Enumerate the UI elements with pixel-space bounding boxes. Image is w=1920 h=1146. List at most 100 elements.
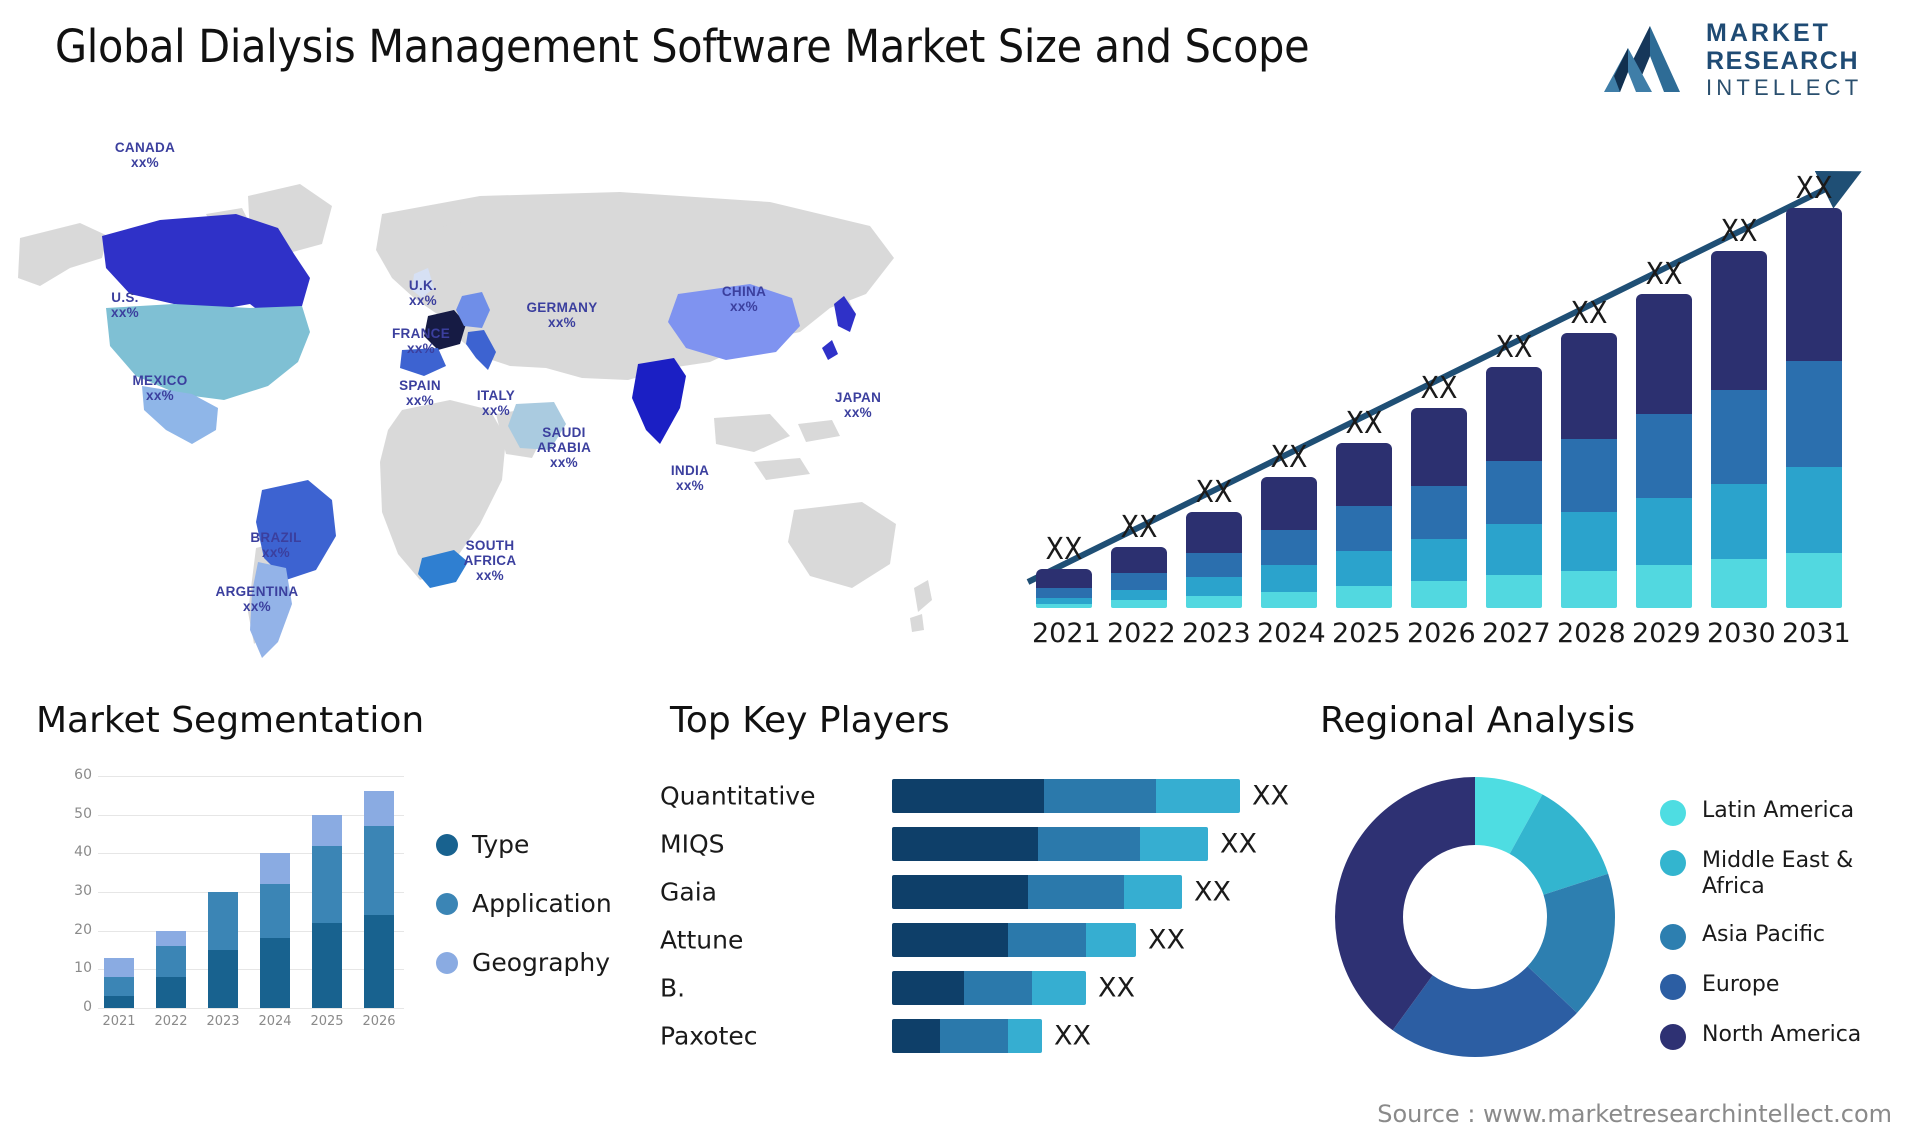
forecast-year-label: 2025 (1332, 618, 1401, 649)
player-name: B. (660, 973, 686, 1003)
player-name: Attune (660, 925, 744, 955)
seg-gridline (98, 853, 404, 855)
map-label-u-k: U.K. xx% (408, 278, 438, 308)
forecast-bar-segment (1486, 575, 1542, 608)
forecast-bar-segment (1186, 595, 1242, 608)
forecast-bar-value: XX (1270, 440, 1308, 476)
mountain-logo-icon (1604, 26, 1680, 92)
seg-bar-column: 2022 (154, 930, 188, 1029)
seg-bar-segment (260, 884, 290, 939)
forecast-bar-segment (1036, 603, 1092, 608)
forecast-bar-segment (1036, 569, 1092, 588)
forecast-bar-segment (1711, 559, 1767, 608)
forecast-bar-value: XX (1045, 532, 1083, 568)
forecast-bar-value: XX (1570, 295, 1608, 331)
seg-bar-column: 2026 (362, 791, 396, 1029)
player-bar-segment (892, 971, 964, 1005)
brand-logo: MARKET RESEARCH INTELLECT (1602, 14, 1892, 106)
seg-legend-label: Geography (472, 948, 611, 977)
forecast-bar-segment (1336, 442, 1392, 506)
forecast-year-label: 2024 (1257, 618, 1326, 649)
forecast-bar-segment (1111, 573, 1167, 590)
seg-bar-segment (156, 977, 186, 1008)
forecast-bar-segment (1411, 485, 1467, 539)
player-bar-segment (1038, 827, 1140, 861)
seg-x-label: 2024 (258, 1014, 292, 1029)
forecast-bar-column: XX 2028 (1557, 296, 1626, 650)
forecast-year-label: 2023 (1182, 618, 1251, 649)
forecast-bar-segment (1111, 599, 1167, 608)
forecast-bar-column: XX 2026 (1407, 371, 1476, 649)
seg-legend-label: Type (472, 830, 530, 859)
forecast-bar-segment (1186, 512, 1242, 553)
forecast-bar-segment (1711, 389, 1767, 484)
player-bar-segment (1156, 779, 1240, 813)
forecast-bar-column: XX 2027 (1482, 330, 1551, 649)
forecast-bar-segment (1711, 250, 1767, 390)
forecast-bar-stack (1111, 546, 1167, 608)
seg-bar-segment (364, 915, 394, 1008)
map-label-japan: JAPAN xx% (834, 390, 882, 420)
map-label-u-s: U.S. xx% (111, 290, 139, 320)
seg-bar-segment (312, 922, 342, 1008)
regional-legend-dot-icon (1660, 974, 1686, 1000)
forecast-bar-segment (1786, 467, 1842, 553)
regional-legend-item: Asia Pacific (1660, 922, 1892, 950)
player-bar (892, 1019, 1042, 1053)
player-bar-segment (1032, 971, 1086, 1005)
logo-line-intellect: INTELLECT (1706, 75, 1863, 100)
forecast-bar-segment (1486, 461, 1542, 525)
regional-donut-chart (1335, 777, 1615, 1057)
player-value: XX (1148, 924, 1185, 956)
forecast-bar-segment (1336, 550, 1392, 586)
forecast-bar-segment (1561, 571, 1617, 608)
seg-bar-column: 2023 (206, 892, 240, 1029)
player-row: Paxotec XX (660, 1012, 1300, 1060)
forecast-bar-segment (1636, 293, 1692, 415)
forecast-bar-segment (1411, 408, 1467, 486)
player-bar-segment (892, 875, 1028, 909)
seg-y-tick-label: 20 (74, 921, 92, 938)
forecast-year-label: 2028 (1557, 618, 1626, 649)
player-bar-segment (892, 1019, 940, 1053)
regional-legend-label: Asia Pacific (1702, 922, 1826, 947)
forecast-bar-segment (1636, 565, 1692, 608)
seg-legend-dot-icon (436, 892, 458, 915)
player-bar (892, 827, 1208, 861)
seg-legend-item: Type (436, 830, 612, 859)
player-bar-segment (892, 779, 1044, 813)
regional-legend-dot-icon (1660, 924, 1686, 950)
forecast-bar-column: XX 2030 (1707, 214, 1776, 649)
regional-legend-label: Europe (1702, 972, 1780, 997)
forecast-bar-value: XX (1720, 213, 1758, 249)
world-map-panel: CANADA xx% U.S. xx% MEXICO xx% BRAZIL xx% AR… (10, 118, 1030, 678)
infographic-root: Global Dialysis Management Software Mark… (0, 0, 1920, 1146)
forecast-bar-stack (1786, 208, 1842, 608)
seg-legend-dot-icon (436, 951, 458, 974)
player-bar-segment (1124, 875, 1182, 909)
player-row: Quantitative XX (660, 772, 1300, 820)
player-bar-segment (1028, 875, 1124, 909)
forecast-bar-value: XX (1795, 171, 1833, 206)
forecast-bar-column: XX 2031 (1782, 171, 1851, 649)
seg-legend-dot-icon (436, 833, 458, 856)
player-bar-segment (1086, 923, 1136, 957)
map-label-south-africa: SOUTH AFRICA xx% (463, 538, 517, 583)
map-label-germany: GERMANY xx% (526, 300, 598, 330)
market-segmentation-title: Market Segmentation (36, 700, 425, 741)
seg-bar-segment (260, 853, 290, 885)
page-title: Global Dialysis Management Software Mark… (55, 20, 1310, 73)
forecast-bar-stack (1636, 293, 1692, 608)
forecast-bar-stack (1186, 512, 1242, 608)
forecast-bar-segment (1561, 512, 1617, 572)
logo-wordmark: MARKET RESEARCH INTELLECT (1706, 19, 1896, 101)
country-japan (834, 296, 856, 332)
player-bar-segment (940, 1019, 1008, 1053)
map-label-brazil: BRAZIL xx% (250, 530, 302, 560)
top-key-players-panel: Top Key Players Quantitative XX MIQS XX Gaia… (660, 700, 1300, 1120)
seg-y-tick-label: 50 (74, 805, 92, 822)
map-label-china: CHINA xx% (721, 284, 767, 314)
seg-bar-column: 2021 (102, 957, 136, 1029)
forecast-bar-column: XX 2023 (1182, 475, 1251, 649)
seg-bar-column: 2025 (310, 814, 344, 1029)
